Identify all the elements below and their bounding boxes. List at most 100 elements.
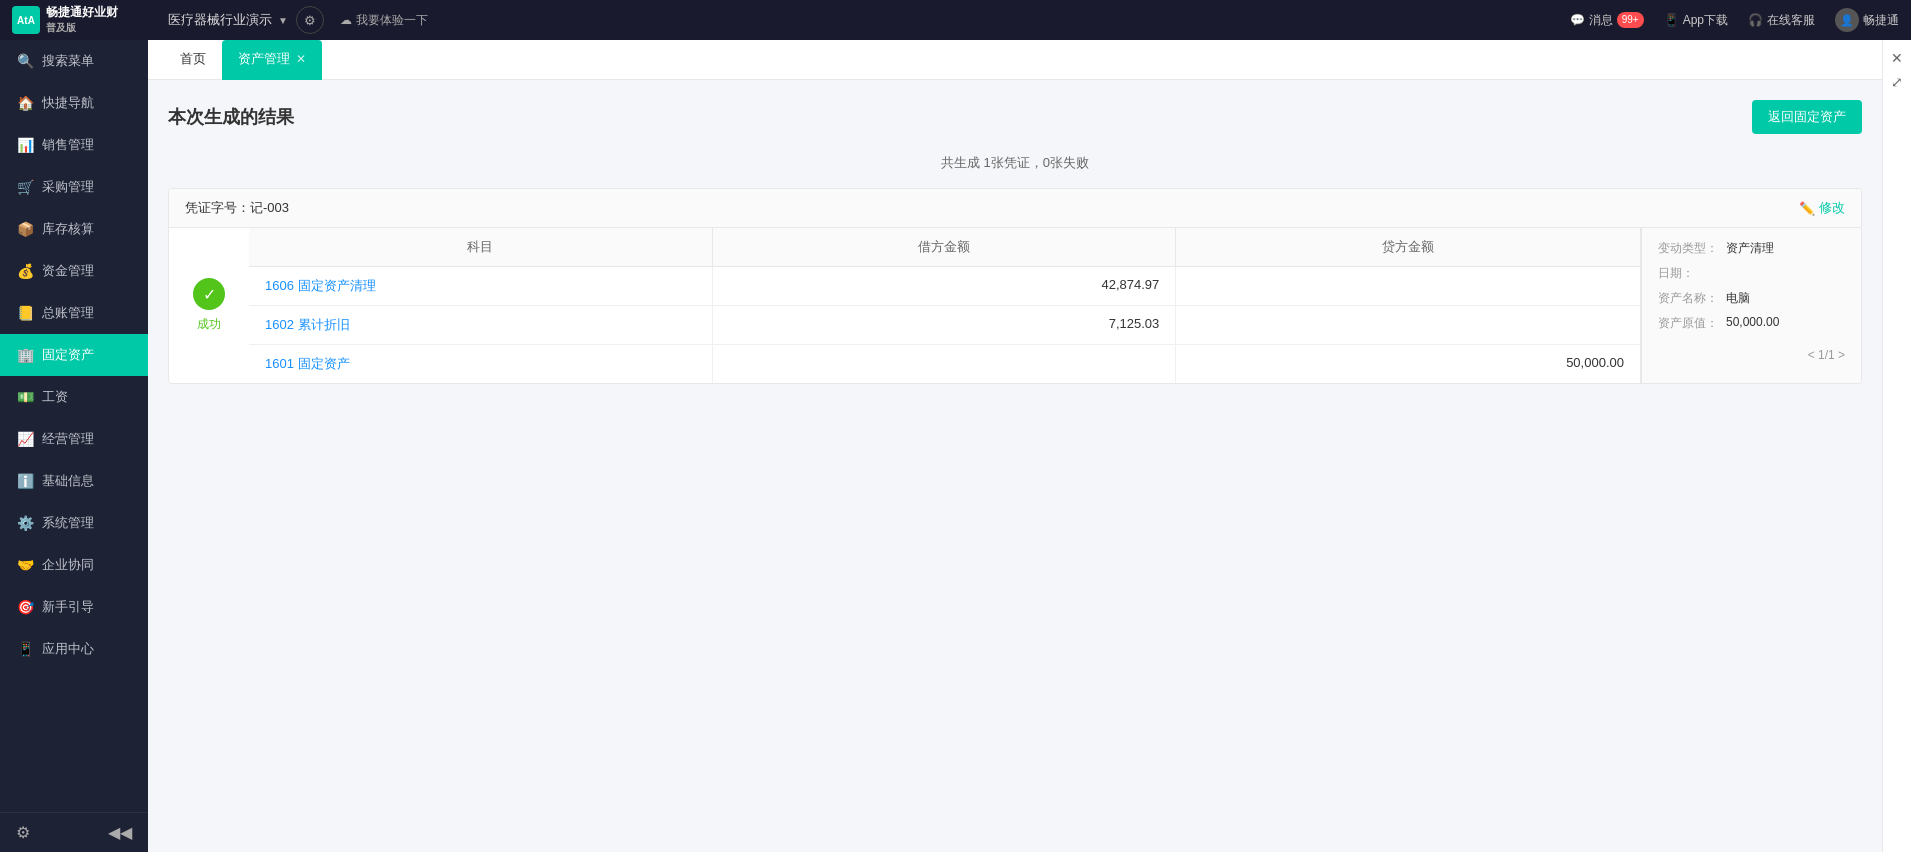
pagination[interactable]: < 1/1 >	[1658, 340, 1845, 362]
home-icon: 🏠	[16, 94, 34, 112]
change-type-label: 变动类型：	[1658, 240, 1718, 257]
tab-asset-management-label: 资产管理	[238, 50, 290, 68]
sidebar-item-basic-info[interactable]: ℹ️ 基础信息	[0, 460, 148, 502]
voucher-card: 凭证字号：记-003 ✏️ 修改 ✓ 成功	[168, 188, 1862, 384]
row3-subject[interactable]: 1601 固定资产	[249, 345, 713, 383]
trial-button[interactable]: ☁ 我要体验一下	[340, 12, 428, 29]
user-avatar[interactable]: 👤 畅捷通	[1835, 8, 1899, 32]
sidebar-item-label: 资金管理	[42, 262, 94, 280]
sidebar-bottom: ⚙ ◀◀	[0, 812, 148, 852]
success-text: 成功	[197, 316, 221, 333]
asset-name-label: 资产名称：	[1658, 290, 1718, 307]
voucher-number: 凭证字号：记-003	[185, 199, 289, 217]
trial-text: 我要体验一下	[356, 12, 428, 29]
page-content: 本次生成的结果 返回固定资产 共生成 1张凭证，0张失败 凭证字号：记-003 …	[148, 80, 1882, 852]
page-title: 本次生成的结果	[168, 105, 294, 129]
logo-subtitle: 普及版	[46, 21, 118, 35]
sidebar-item-inventory[interactable]: 📦 库存核算	[0, 208, 148, 250]
sidebar-item-ledger[interactable]: 📒 总账管理	[0, 292, 148, 334]
asset-original-row: 资产原值： 50,000.00	[1658, 315, 1845, 332]
company-selector[interactable]: 医疗器械行业演示 ▼	[168, 11, 288, 29]
sidebar-item-operations[interactable]: 📈 经营管理	[0, 418, 148, 460]
col-credit: 贷方金额	[1176, 228, 1640, 266]
sidebar-item-label: 库存核算	[42, 220, 94, 238]
sidebar-item-cooperation[interactable]: 🤝 企业协同	[0, 544, 148, 586]
purchase-icon: 🛒	[16, 178, 34, 196]
sidebar-settings-icon[interactable]: ⚙	[16, 823, 30, 842]
sidebar-item-payroll[interactable]: 💵 工资	[0, 376, 148, 418]
sidebar-item-label: 企业协同	[42, 556, 94, 574]
sidebar-item-label: 总账管理	[42, 304, 94, 322]
edit-button[interactable]: ✏️ 修改	[1799, 199, 1845, 217]
row1-debit: 42,874.97	[713, 267, 1177, 305]
back-to-fixed-assets-button[interactable]: 返回固定资产	[1752, 100, 1862, 134]
voucher-table: 科目 借方金额 贷方金额 1606 固定资产清理 42,874.97 1602 …	[249, 228, 1641, 383]
row1-credit	[1176, 267, 1640, 305]
voucher-header: 凭证字号：记-003 ✏️ 修改	[169, 189, 1861, 228]
settings-button[interactable]: ⚙	[296, 6, 324, 34]
date-row: 日期：	[1658, 265, 1845, 282]
sidebar-collapse-icon[interactable]: ◀◀	[108, 823, 132, 842]
sidebar-item-purchase[interactable]: 🛒 采购管理	[0, 166, 148, 208]
sidebar-item-search[interactable]: 🔍 搜索菜单	[0, 40, 148, 82]
logo-icon: AtA	[12, 6, 40, 34]
company-name: 医疗器械行业演示	[168, 11, 272, 29]
company-arrow-icon: ▼	[278, 15, 288, 26]
user-name: 畅捷通	[1863, 12, 1899, 29]
sidebar-item-app-center[interactable]: 📱 应用中心	[0, 628, 148, 670]
change-type-row: 变动类型： 资产清理	[1658, 240, 1845, 257]
expand-panel-button[interactable]: ⤢	[1887, 72, 1907, 92]
cooperation-icon: 🤝	[16, 556, 34, 574]
sidebar-item-sales[interactable]: 📊 销售管理	[0, 124, 148, 166]
table-header: 科目 借方金额 贷方金额	[249, 228, 1640, 267]
trial-icon: ☁	[340, 13, 352, 27]
app-download-label: App下载	[1683, 12, 1728, 29]
page-header: 本次生成的结果 返回固定资产	[168, 100, 1862, 134]
operations-icon: 📈	[16, 430, 34, 448]
sidebar-item-guide[interactable]: 🎯 新手引导	[0, 586, 148, 628]
row2-subject[interactable]: 1602 累计折旧	[249, 306, 713, 344]
search-icon: 🔍	[16, 52, 34, 70]
logo: AtA 畅捷通好业财 普及版	[12, 5, 160, 35]
sidebar-item-label: 采购管理	[42, 178, 94, 196]
col-subject: 科目	[249, 228, 713, 266]
basic-info-icon: ℹ️	[16, 472, 34, 490]
messages-label: 消息	[1589, 12, 1613, 29]
change-type-value: 资产清理	[1726, 240, 1774, 257]
payroll-icon: 💵	[16, 388, 34, 406]
messages-icon: 💬	[1570, 13, 1585, 27]
top-bar: AtA 畅捷通好业财 普及版 医疗器械行业演示 ▼ ⚙ ☁ 我要体验一下 💬 消…	[0, 0, 1911, 40]
table-row: 1602 累计折旧 7,125.03	[249, 306, 1640, 345]
sidebar-item-label: 系统管理	[42, 514, 94, 532]
sidebar-item-fixed-assets[interactable]: 🏢 固定资产	[0, 334, 148, 376]
row1-subject[interactable]: 1606 固定资产清理	[249, 267, 713, 305]
sidebar-item-system[interactable]: ⚙️ 系统管理	[0, 502, 148, 544]
app-download-button[interactable]: 📱 App下载	[1664, 12, 1728, 29]
main-layout: 🔍 搜索菜单 🏠 快捷导航 📊 销售管理 🛒 采购管理 📦 库存核算 💰 资金管…	[0, 40, 1911, 852]
sidebar-item-label: 基础信息	[42, 472, 94, 490]
tab-home[interactable]: 首页	[164, 40, 222, 80]
asset-name-value: 电脑	[1726, 290, 1750, 307]
messages-button[interactable]: 💬 消息 99+	[1570, 12, 1644, 29]
row2-credit	[1176, 306, 1640, 344]
system-icon: ⚙️	[16, 514, 34, 532]
close-panel-button[interactable]: ✕	[1887, 48, 1907, 68]
sidebar-item-label: 销售管理	[42, 136, 94, 154]
tab-asset-management[interactable]: 资产管理 ✕	[222, 40, 322, 80]
success-area: ✓ 成功	[169, 228, 249, 383]
table-row: 1606 固定资产清理 42,874.97	[249, 267, 1640, 306]
tab-bar: 首页 资产管理 ✕	[148, 40, 1882, 80]
sidebar: 🔍 搜索菜单 🏠 快捷导航 📊 销售管理 🛒 采购管理 📦 库存核算 💰 资金管…	[0, 40, 148, 852]
guide-icon: 🎯	[16, 598, 34, 616]
side-panel: 变动类型： 资产清理 日期： 资产名称： 电脑 资产原值：	[1641, 228, 1861, 383]
avatar-icon: 👤	[1835, 8, 1859, 32]
app-center-icon: 📱	[16, 640, 34, 658]
online-service-button[interactable]: 🎧 在线客服	[1748, 12, 1815, 29]
sidebar-item-label: 搜索菜单	[42, 52, 94, 70]
row3-debit	[713, 345, 1177, 383]
sidebar-item-label: 新手引导	[42, 598, 94, 616]
row2-debit: 7,125.03	[713, 306, 1177, 344]
tab-close-icon[interactable]: ✕	[296, 52, 306, 66]
sidebar-item-finance[interactable]: 💰 资金管理	[0, 250, 148, 292]
sidebar-item-quick-nav[interactable]: 🏠 快捷导航	[0, 82, 148, 124]
